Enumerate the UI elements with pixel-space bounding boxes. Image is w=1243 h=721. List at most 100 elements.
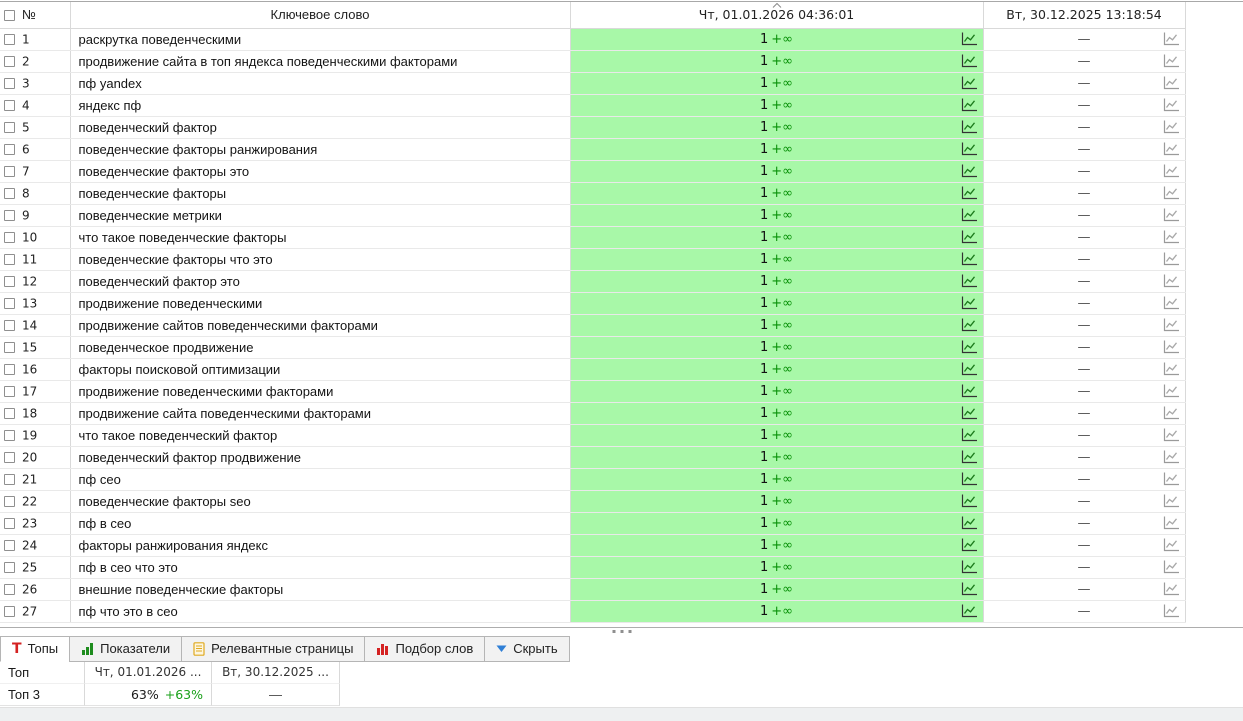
splitter-grip-icon[interactable]	[612, 629, 631, 633]
keyword-cell[interactable]: поведенческие факторы ранжирования	[70, 138, 571, 161]
tab-tops[interactable]: T Топы	[0, 635, 70, 662]
position-cell-previous[interactable]: —	[983, 226, 1186, 249]
chart-line-icon[interactable]	[961, 76, 978, 90]
summary-date-previous[interactable]: Вт, 30.12.2025 ...	[212, 661, 340, 684]
keyword-cell[interactable]: что такое поведенческие факторы	[70, 226, 571, 249]
chart-line-icon[interactable]	[961, 560, 978, 574]
row-checkbox[interactable]	[4, 606, 15, 618]
position-cell-current[interactable]: 1 +∞	[570, 424, 984, 447]
chart-line-icon[interactable]	[1163, 208, 1180, 222]
row-checkbox[interactable]	[4, 56, 15, 68]
row-checkbox[interactable]	[4, 144, 15, 156]
position-cell-previous[interactable]: —	[983, 116, 1186, 139]
chart-line-icon[interactable]	[1163, 406, 1180, 420]
keyword-cell[interactable]: продвижение сайта поведенческими фактора…	[70, 402, 571, 425]
position-cell-previous[interactable]: —	[983, 402, 1186, 425]
position-cell-current[interactable]: 1 +∞	[570, 226, 984, 249]
position-cell-previous[interactable]: —	[983, 204, 1186, 227]
position-cell-previous[interactable]: —	[983, 314, 1186, 337]
row-checkbox[interactable]	[4, 430, 15, 442]
header-number-column[interactable]: №	[0, 2, 71, 29]
row-checkbox[interactable]	[4, 518, 15, 530]
header-date-current-column[interactable]: Чт, 01.01.2026 04:36:01	[570, 2, 984, 29]
keyword-cell[interactable]: яндекс пф	[70, 94, 571, 117]
chart-line-icon[interactable]	[1163, 516, 1180, 530]
row-checkbox[interactable]	[4, 474, 15, 486]
chart-line-icon[interactable]	[1163, 230, 1180, 244]
position-cell-current[interactable]: 1 +∞	[570, 512, 984, 535]
row-checkbox[interactable]	[4, 540, 15, 552]
row-checkbox[interactable]	[4, 386, 15, 398]
keyword-cell[interactable]: факторы ранжирования яндекс	[70, 534, 571, 557]
chart-line-icon[interactable]	[1163, 450, 1180, 464]
row-checkbox[interactable]	[4, 78, 15, 90]
chart-line-icon[interactable]	[961, 318, 978, 332]
position-cell-previous[interactable]: —	[983, 600, 1186, 623]
chart-line-icon[interactable]	[961, 98, 978, 112]
position-cell-current[interactable]: 1 +∞	[570, 28, 984, 51]
position-cell-previous[interactable]: —	[983, 490, 1186, 513]
keyword-cell[interactable]: внешние поведенческие факторы	[70, 578, 571, 601]
row-checkbox[interactable]	[4, 188, 15, 200]
chart-line-icon[interactable]	[1163, 98, 1180, 112]
tab-indicators[interactable]: Показатели	[69, 635, 182, 662]
keyword-cell[interactable]: поведенческое продвижение	[70, 336, 571, 359]
position-cell-current[interactable]: 1 +∞	[570, 336, 984, 359]
position-cell-current[interactable]: 1 +∞	[570, 534, 984, 557]
position-cell-current[interactable]: 1 +∞	[570, 490, 984, 513]
position-cell-current[interactable]: 1 +∞	[570, 446, 984, 469]
keyword-cell[interactable]: пф сео	[70, 468, 571, 491]
position-cell-current[interactable]: 1 +∞	[570, 72, 984, 95]
position-cell-current[interactable]: 1 +∞	[570, 380, 984, 403]
position-cell-previous[interactable]: —	[983, 138, 1186, 161]
chart-line-icon[interactable]	[961, 54, 978, 68]
position-cell-current[interactable]: 1 +∞	[570, 578, 984, 601]
chart-line-icon[interactable]	[961, 362, 978, 376]
position-cell-previous[interactable]: —	[983, 534, 1186, 557]
position-cell-current[interactable]: 1 +∞	[570, 138, 984, 161]
row-checkbox[interactable]	[4, 320, 15, 332]
row-checkbox[interactable]	[4, 232, 15, 244]
keyword-cell[interactable]: поведенческий фактор продвижение	[70, 446, 571, 469]
chart-line-icon[interactable]	[1163, 560, 1180, 574]
position-cell-previous[interactable]: —	[983, 292, 1186, 315]
position-cell-current[interactable]: 1 +∞	[570, 160, 984, 183]
chart-line-icon[interactable]	[1163, 494, 1180, 508]
chart-line-icon[interactable]	[961, 472, 978, 486]
chart-line-icon[interactable]	[961, 582, 978, 596]
keyword-cell[interactable]: поведенческие факторы что это	[70, 248, 571, 271]
chart-line-icon[interactable]	[1163, 164, 1180, 178]
header-keyword-column[interactable]: Ключевое слово	[70, 2, 571, 29]
keyword-cell[interactable]: поведенческие факторы это	[70, 160, 571, 183]
position-cell-current[interactable]: 1 +∞	[570, 556, 984, 579]
keyword-cell[interactable]: пф что это в сео	[70, 600, 571, 623]
chart-line-icon[interactable]	[1163, 32, 1180, 46]
row-checkbox[interactable]	[4, 452, 15, 464]
position-cell-previous[interactable]: —	[983, 182, 1186, 205]
chart-line-icon[interactable]	[961, 186, 978, 200]
keyword-cell[interactable]: продвижение поведенческими факторами	[70, 380, 571, 403]
summary-date-current[interactable]: Чт, 01.01.2026 ...	[85, 661, 212, 684]
position-cell-current[interactable]: 1 +∞	[570, 204, 984, 227]
position-cell-previous[interactable]: —	[983, 446, 1186, 469]
row-checkbox[interactable]	[4, 166, 15, 178]
tab-hide-panel[interactable]: Скрыть	[484, 635, 570, 662]
chart-line-icon[interactable]	[961, 494, 978, 508]
position-cell-previous[interactable]: —	[983, 72, 1186, 95]
position-cell-current[interactable]: 1 +∞	[570, 94, 984, 117]
chart-line-icon[interactable]	[961, 516, 978, 530]
position-cell-current[interactable]: 1 +∞	[570, 468, 984, 491]
tab-relevant-pages[interactable]: Релевантные страницы	[181, 635, 365, 662]
position-cell-current[interactable]: 1 +∞	[570, 270, 984, 293]
position-cell-current[interactable]: 1 +∞	[570, 600, 984, 623]
chart-line-icon[interactable]	[961, 450, 978, 464]
keyword-cell[interactable]: продвижение сайтов поведенческими фактор…	[70, 314, 571, 337]
chart-line-icon[interactable]	[1163, 538, 1180, 552]
position-cell-current[interactable]: 1 +∞	[570, 182, 984, 205]
row-checkbox[interactable]	[4, 342, 15, 354]
position-cell-previous[interactable]: —	[983, 336, 1186, 359]
chart-line-icon[interactable]	[961, 428, 978, 442]
position-cell-previous[interactable]: —	[983, 424, 1186, 447]
chart-line-icon[interactable]	[1163, 142, 1180, 156]
position-cell-previous[interactable]: —	[983, 28, 1186, 51]
